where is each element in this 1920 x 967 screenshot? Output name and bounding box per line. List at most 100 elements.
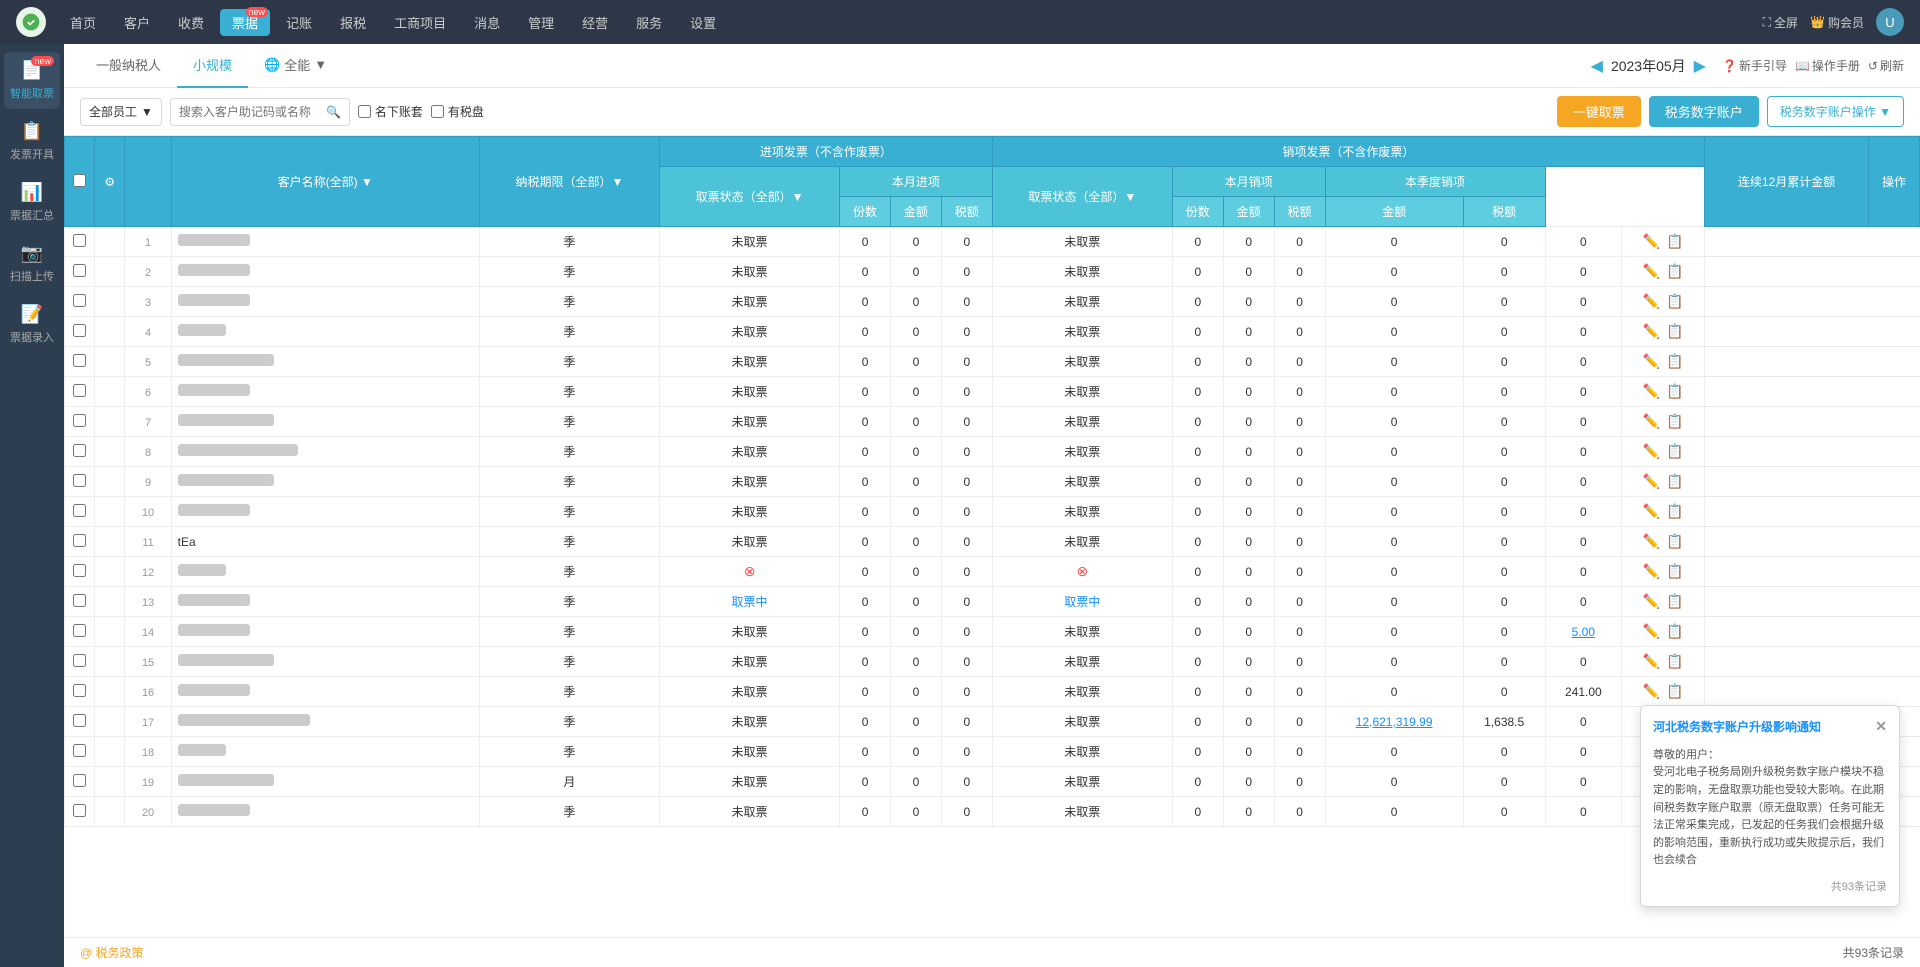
edit-icon[interactable]: ✏️ xyxy=(1643,323,1660,340)
copy-icon[interactable]: 📋 xyxy=(1666,413,1683,430)
sidebar-item-ticket-summary[interactable]: 📊 票据汇总 xyxy=(4,174,60,231)
copy-icon[interactable]: 📋 xyxy=(1666,383,1683,400)
row-checkbox[interactable] xyxy=(73,744,86,757)
manual-btn[interactable]: 📖 操作手册 xyxy=(1795,57,1860,74)
edit-icon[interactable]: ✏️ xyxy=(1643,533,1660,550)
tab-all[interactable]: 🌐 全能 ▼ xyxy=(248,44,343,88)
nav-message[interactable]: 消息 xyxy=(462,9,512,36)
copy-icon[interactable]: 📋 xyxy=(1666,563,1683,580)
copy-icon[interactable]: 📋 xyxy=(1666,473,1683,490)
tax-policy-link[interactable]: @ 税务政策 xyxy=(80,944,144,961)
tax-digital-ops-btn[interactable]: 税务数字账户操作 ▼ xyxy=(1767,96,1904,127)
nav-tax[interactable]: 报税 xyxy=(328,9,378,36)
sidebar-item-scan-upload[interactable]: 📷 扫描上传 xyxy=(4,235,60,292)
edit-icon[interactable]: ✏️ xyxy=(1643,593,1660,610)
edit-icon[interactable]: ✏️ xyxy=(1643,293,1660,310)
col-in-fetch-status[interactable]: 取票状态（全部）▼ xyxy=(660,167,840,227)
nav-ticket[interactable]: 票据 new xyxy=(220,9,270,36)
guide-btn[interactable]: ❓ 新手引导 xyxy=(1722,57,1787,74)
row-checkbox[interactable] xyxy=(73,624,86,637)
nav-operation[interactable]: 经营 xyxy=(570,9,620,36)
nav-management[interactable]: 管理 xyxy=(516,9,566,36)
row-checkbox[interactable] xyxy=(73,384,86,397)
nav-accounting[interactable]: 记账 xyxy=(274,9,324,36)
row-checkbox[interactable] xyxy=(73,234,86,247)
fullscreen-btn[interactable]: ⛶ 全屏 xyxy=(1763,14,1798,31)
row-checkbox[interactable] xyxy=(73,684,86,697)
select-all-checkbox[interactable] xyxy=(73,174,86,187)
taxdisk-checkbox[interactable] xyxy=(431,105,444,118)
edit-icon[interactable]: ✏️ xyxy=(1643,653,1660,670)
user-avatar[interactable]: U xyxy=(1876,8,1904,36)
copy-icon[interactable]: 📋 xyxy=(1666,233,1683,250)
row-checkbox[interactable] xyxy=(73,474,86,487)
row-checkbox[interactable] xyxy=(73,444,86,457)
account-checkbox-label[interactable]: 名下账套 xyxy=(358,103,423,120)
nav-home[interactable]: 首页 xyxy=(58,9,108,36)
nav-billing[interactable]: 收费 xyxy=(166,9,216,36)
vip-btn[interactable]: 👑 购会员 xyxy=(1810,14,1864,31)
tab-general-taxpayer[interactable]: 一般纳税人 xyxy=(80,44,177,88)
copy-icon[interactable]: 📋 xyxy=(1666,443,1683,460)
nav-settings[interactable]: 设置 xyxy=(678,9,728,36)
row-checkbox[interactable] xyxy=(73,654,86,667)
copy-icon[interactable]: 📋 xyxy=(1666,293,1683,310)
sidebar-item-invoice-open[interactable]: 📋 发票开具 xyxy=(4,113,60,170)
cumulative-value[interactable]: 5.00 xyxy=(1572,625,1595,639)
copy-icon[interactable]: 📋 xyxy=(1666,683,1683,700)
row-checkbox[interactable] xyxy=(73,714,86,727)
row-checkbox[interactable] xyxy=(73,324,86,337)
col-client-name[interactable]: 客户名称(全部) ▼ xyxy=(171,137,479,227)
row-checkbox[interactable] xyxy=(73,294,86,307)
sidebar-item-ticket-entry[interactable]: 📝 票据录入 xyxy=(4,296,60,353)
row-checkbox[interactable] xyxy=(73,594,86,607)
row-checkbox[interactable] xyxy=(73,354,86,367)
col-tax-quota[interactable]: 纳税期限（全部）▼ xyxy=(479,137,659,227)
nav-customer[interactable]: 客户 xyxy=(112,9,162,36)
copy-icon[interactable]: 📋 xyxy=(1666,623,1683,640)
edit-icon[interactable]: ✏️ xyxy=(1643,443,1660,460)
edit-icon[interactable]: ✏️ xyxy=(1643,473,1660,490)
row-checkbox[interactable] xyxy=(73,504,86,517)
tab-small-scale[interactable]: 小规模 xyxy=(177,44,248,88)
row-checkbox[interactable] xyxy=(73,534,86,547)
nav-service[interactable]: 服务 xyxy=(624,9,674,36)
edit-icon[interactable]: ✏️ xyxy=(1643,563,1660,580)
row-checkbox[interactable] xyxy=(73,414,86,427)
nav-business[interactable]: 工商项目 xyxy=(382,9,458,36)
client-search-input[interactable] xyxy=(179,105,322,119)
edit-icon[interactable]: ✏️ xyxy=(1643,503,1660,520)
client-search-box[interactable]: 🔍 xyxy=(170,98,350,126)
copy-icon[interactable]: 📋 xyxy=(1666,653,1683,670)
employee-filter-select[interactable]: 全部员工 ▼ xyxy=(80,98,162,126)
one-click-fetch-btn[interactable]: 一键取票 xyxy=(1557,96,1641,127)
col-settings[interactable]: ⚙ xyxy=(95,137,125,227)
prev-month-btn[interactable]: ◀ xyxy=(1591,56,1603,76)
taxdisk-checkbox-label[interactable]: 有税盘 xyxy=(431,103,484,120)
edit-icon[interactable]: ✏️ xyxy=(1643,263,1660,280)
edit-icon[interactable]: ✏️ xyxy=(1643,353,1660,370)
next-month-btn[interactable]: ▶ xyxy=(1694,56,1706,76)
edit-icon[interactable]: ✏️ xyxy=(1643,233,1660,250)
edit-icon[interactable]: ✏️ xyxy=(1643,383,1660,400)
tax-digital-account-btn[interactable]: 税务数字账户 xyxy=(1649,96,1759,127)
col-check-all[interactable] xyxy=(65,137,95,227)
copy-icon[interactable]: 📋 xyxy=(1666,533,1683,550)
copy-icon[interactable]: 📋 xyxy=(1666,263,1683,280)
col-out-fetch-status[interactable]: 取票状态（全部）▼ xyxy=(992,167,1172,227)
account-checkbox[interactable] xyxy=(358,105,371,118)
edit-icon[interactable]: ✏️ xyxy=(1643,683,1660,700)
row-checkbox[interactable] xyxy=(73,804,86,817)
notification-close-btn[interactable]: ✕ xyxy=(1875,718,1887,739)
quarter-amount-value[interactable]: 12,621,319.99 xyxy=(1356,715,1433,729)
row-checkbox[interactable] xyxy=(73,564,86,577)
edit-icon[interactable]: ✏️ xyxy=(1643,623,1660,640)
copy-icon[interactable]: 📋 xyxy=(1666,503,1683,520)
row-checkbox[interactable] xyxy=(73,774,86,787)
copy-icon[interactable]: 📋 xyxy=(1666,353,1683,370)
row-checkbox[interactable] xyxy=(73,264,86,277)
sidebar-item-smart-ticket[interactable]: 📄 智能取票 new xyxy=(4,52,60,109)
copy-icon[interactable]: 📋 xyxy=(1666,323,1683,340)
edit-icon[interactable]: ✏️ xyxy=(1643,413,1660,430)
copy-icon[interactable]: 📋 xyxy=(1666,593,1683,610)
